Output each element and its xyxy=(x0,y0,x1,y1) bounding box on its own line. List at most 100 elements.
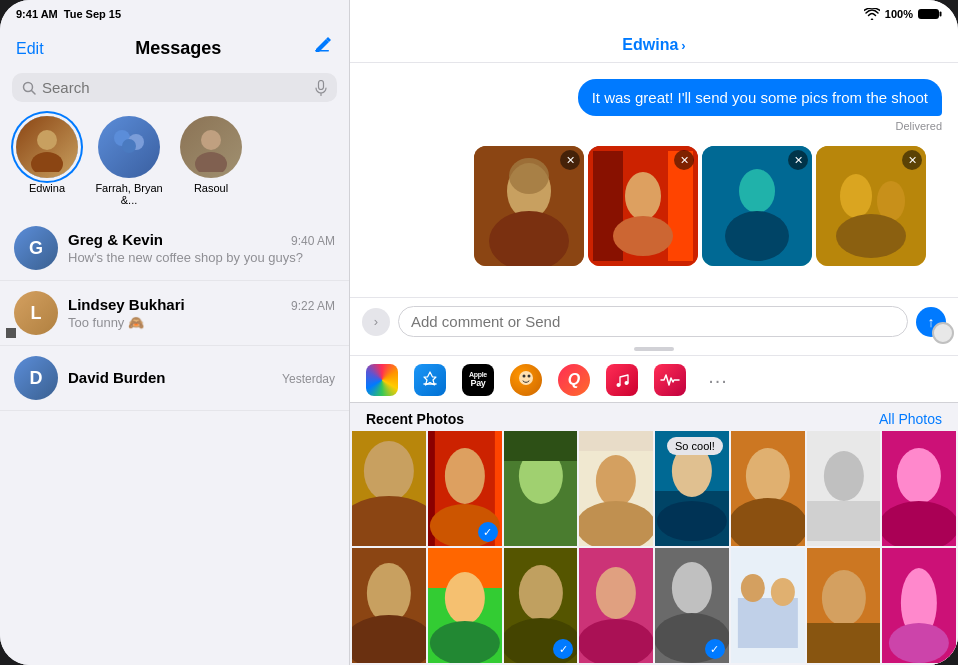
photo-cell-16[interactable] xyxy=(882,548,956,663)
svg-rect-5 xyxy=(319,80,324,89)
input-row: › ↑ xyxy=(350,297,958,345)
date: Tue Sep 15 xyxy=(64,8,121,20)
compose-icon xyxy=(313,36,333,56)
remove-photo-4-button[interactable]: ✕ xyxy=(902,150,922,170)
attachment-photo-1[interactable]: ✕ xyxy=(474,146,584,266)
status-bar: 9:41 AM Tue Sep 15 100% xyxy=(0,0,958,28)
recent-photos-section: Recent Photos All Photos xyxy=(350,402,958,665)
msg-info-david: David Burden Yesterday xyxy=(68,369,335,388)
recent-photos-header: Recent Photos All Photos xyxy=(350,403,958,431)
contact-avatar-rasoul xyxy=(180,116,242,178)
attachment-photo-4[interactable]: ✕ xyxy=(816,146,926,266)
remove-photo-3-button[interactable]: ✕ xyxy=(788,150,808,170)
msg-time-greg: 9:40 AM xyxy=(291,234,335,248)
contact-name-farrah: Farrah, Bryan &... xyxy=(94,182,164,206)
chat-contact-name[interactable]: Edwina › xyxy=(622,36,685,54)
delivered-label: Delivered xyxy=(896,120,942,132)
app-reactions-button[interactable]: Q xyxy=(558,364,590,396)
message-item-greg[interactable]: G Greg & Kevin 9:40 AM How's the new cof… xyxy=(0,216,349,281)
apps-row: Apple Pay Q xyxy=(350,355,958,402)
pinned-contact-rasoul[interactable]: Rasoul xyxy=(180,116,242,206)
photo-cell-7[interactable] xyxy=(807,431,881,546)
all-photos-button[interactable]: All Photos xyxy=(879,411,942,427)
app-appstore-button[interactable] xyxy=(414,364,446,396)
contact-chevron-icon: › xyxy=(681,38,685,53)
app-music-button[interactable] xyxy=(606,364,638,396)
text-input-wrap xyxy=(398,306,908,337)
app-memoji-button[interactable] xyxy=(510,364,542,396)
svg-point-27 xyxy=(840,174,872,218)
photo-cell-6[interactable] xyxy=(731,431,805,546)
photo-cell-12[interactable] xyxy=(579,548,653,663)
photo-cell-9[interactable] xyxy=(352,548,426,663)
app-applepay-button[interactable]: Apple Pay xyxy=(462,364,494,396)
photo-cell-13[interactable]: ✓ xyxy=(655,548,729,663)
time: 9:41 AM xyxy=(16,8,58,20)
sidebar: Edit Messages xyxy=(0,0,350,665)
expand-button[interactable]: › xyxy=(362,308,390,336)
msg-avatar-greg: G xyxy=(14,226,58,270)
svg-point-33 xyxy=(528,375,531,378)
sidebar-header: Edit Messages xyxy=(0,28,349,67)
search-bar[interactable] xyxy=(12,73,337,102)
search-input[interactable] xyxy=(42,79,309,96)
svg-rect-1 xyxy=(940,12,942,17)
svg-point-42 xyxy=(445,448,485,504)
photo-cell-4[interactable] xyxy=(579,431,653,546)
chat-messages: It was great! I'll send you some pics fr… xyxy=(350,63,958,297)
svg-rect-81 xyxy=(738,598,798,648)
svg-point-17 xyxy=(509,158,549,194)
photo-cell-15[interactable] xyxy=(807,548,881,663)
svg-point-56 xyxy=(746,448,790,504)
svg-point-13 xyxy=(195,152,227,172)
svg-rect-60 xyxy=(807,501,881,541)
photo-cell-8[interactable] xyxy=(882,431,956,546)
contact-name-edwina: Edwina xyxy=(29,182,65,194)
photo-cell-11[interactable]: ✓ xyxy=(504,548,578,663)
svg-point-8 xyxy=(31,152,63,172)
svg-point-85 xyxy=(821,570,865,626)
app-heartrate-button[interactable] xyxy=(654,364,686,396)
edit-button[interactable]: Edit xyxy=(16,40,44,58)
svg-point-59 xyxy=(823,451,863,501)
photo-cell-2[interactable]: ✓ xyxy=(428,431,502,546)
message-item-david[interactable]: D David Burden Yesterday xyxy=(0,346,349,411)
photo-cell-3[interactable] xyxy=(504,431,578,546)
message-list: G Greg & Kevin 9:40 AM How's the new cof… xyxy=(0,216,349,665)
chat-header: Edwina › xyxy=(350,28,958,63)
remove-photo-2-button[interactable]: ✕ xyxy=(674,150,694,170)
remove-photo-1-button[interactable]: ✕ xyxy=(560,150,580,170)
msg-time-lindsey: 9:22 AM xyxy=(291,299,335,313)
contact-avatar-edwina xyxy=(16,116,78,178)
photo-check-13: ✓ xyxy=(705,639,725,659)
photo-cell-1[interactable] xyxy=(352,431,426,546)
msg-time-david: Yesterday xyxy=(282,372,335,386)
svg-point-78 xyxy=(672,562,712,614)
attachment-photo-3[interactable]: ✕ xyxy=(702,146,812,266)
message-input[interactable] xyxy=(411,313,895,330)
svg-point-82 xyxy=(741,574,765,602)
app-photos-button[interactable] xyxy=(366,364,398,396)
svg-point-70 xyxy=(430,621,500,663)
home-button[interactable] xyxy=(932,322,954,344)
so-cool-bubble: So cool! xyxy=(667,437,723,455)
photo-cell-14[interactable] xyxy=(731,548,805,663)
msg-avatar-lindsey: L xyxy=(14,291,58,335)
photo-cell-10[interactable] xyxy=(428,548,502,663)
msg-name-lindsey: Lindsey Bukhari xyxy=(68,296,185,313)
lock-indicator xyxy=(6,328,16,338)
apps-scroll-indicator xyxy=(634,347,674,351)
pinned-contact-farrah[interactable]: Farrah, Bryan &... xyxy=(94,116,164,206)
app-more-button[interactable]: ··· xyxy=(702,364,734,396)
photo-cell-5[interactable]: So cool! xyxy=(655,431,729,546)
svg-point-12 xyxy=(201,130,221,150)
main-chat: Edwina › It was great! I'll send you som… xyxy=(350,0,958,665)
svg-rect-0 xyxy=(918,9,939,19)
pinned-contact-edwina[interactable]: Edwina xyxy=(16,116,78,206)
message-item-lindsey[interactable]: L Lindsey Bukhari 9:22 AM Too funny 🙈 xyxy=(0,281,349,346)
recent-photos-title: Recent Photos xyxy=(366,411,464,427)
svg-point-75 xyxy=(596,567,636,619)
svg-point-25 xyxy=(725,211,789,261)
attachment-photo-2[interactable]: ✕ xyxy=(588,146,698,266)
compose-button[interactable] xyxy=(313,36,333,61)
